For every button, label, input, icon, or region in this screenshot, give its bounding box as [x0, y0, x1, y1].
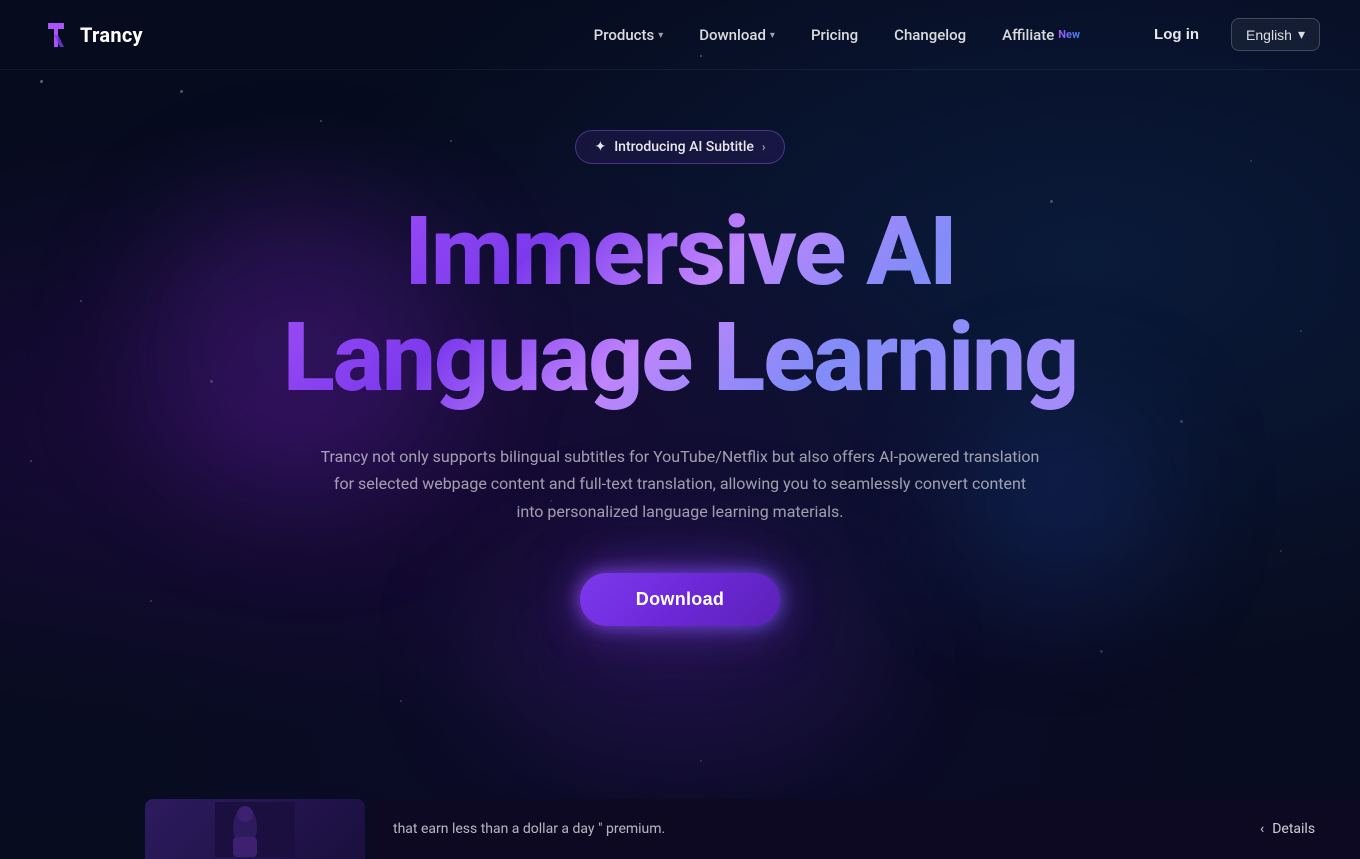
hero-title-line1: Immersive AI — [404, 196, 955, 308]
details-label: Details — [1272, 821, 1315, 837]
details-chevron-icon: ‹ — [1260, 821, 1264, 837]
video-strip: that earn less than a dollar a day " pre… — [0, 789, 1360, 859]
download-button[interactable]: Download — [580, 573, 780, 626]
intro-pill[interactable]: ✦ Introducing AI Subtitle › — [575, 130, 784, 164]
video-thumbnail — [145, 799, 365, 859]
hero-section: ✦ Introducing AI Subtitle › Immersive AI… — [0, 70, 1360, 626]
subtitle-text: that earn less than a dollar a day " pre… — [393, 821, 665, 837]
bottom-preview: that earn less than a dollar a day " pre… — [0, 779, 1360, 859]
subtitle-panel: that earn less than a dollar a day " pre… — [373, 799, 1240, 859]
brand-name: Trancy — [80, 23, 143, 47]
logo[interactable]: Trancy — [40, 19, 143, 51]
details-panel[interactable]: ‹ Details — [1240, 799, 1360, 859]
nav-download[interactable]: Download ▾ — [685, 18, 789, 52]
nav-links: Products ▾ Download ▾ Pricing Changelog … — [580, 18, 1094, 52]
thumb-illustration — [215, 802, 295, 857]
lang-chevron: ▾ — [1298, 26, 1305, 43]
language-selector[interactable]: English ▾ — [1231, 18, 1320, 51]
hero-title: Immersive AI Language Learning — [283, 200, 1077, 411]
nav-changelog[interactable]: Changelog — [880, 18, 980, 52]
pill-text: Introducing AI Subtitle — [614, 139, 754, 155]
video-thumb-image — [145, 799, 365, 859]
nav-affiliate[interactable]: Affiliate New — [988, 18, 1094, 52]
nav-pricing[interactable]: Pricing — [797, 18, 872, 52]
pill-chevron-icon: › — [762, 140, 766, 154]
language-label: English — [1246, 27, 1292, 43]
pill-sparkle-icon: ✦ — [594, 139, 606, 155]
hero-title-line2: Language Learning — [283, 302, 1077, 414]
affiliate-new-badge: New — [1058, 28, 1080, 41]
download-chevron: ▾ — [770, 30, 775, 41]
login-button[interactable]: Log in — [1134, 18, 1219, 51]
logo-icon — [40, 19, 72, 51]
products-chevron: ▾ — [658, 30, 663, 41]
nav-products[interactable]: Products ▾ — [580, 18, 678, 52]
navbar: Trancy Products ▾ Download ▾ Pricing Cha… — [0, 0, 1360, 70]
nav-right: Log in English ▾ — [1134, 18, 1320, 51]
hero-description: Trancy not only supports bilingual subti… — [300, 443, 1060, 525]
